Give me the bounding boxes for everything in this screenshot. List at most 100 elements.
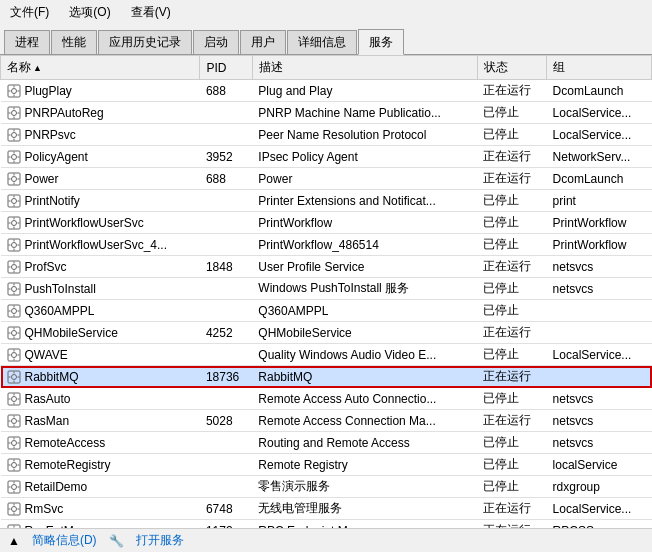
table-row[interactable]: Q360AMPPLQ360AMPPL已停止 [1, 300, 652, 322]
svg-point-1 [11, 88, 16, 93]
cell-desc: QHMobileService [252, 322, 477, 344]
service-name: Q360AMPPL [25, 304, 95, 318]
tab-startup[interactable]: 启动 [193, 30, 239, 54]
service-name: ProfSvc [25, 260, 67, 274]
cell-status: 已停止 [477, 432, 546, 454]
col-group[interactable]: 组 [547, 56, 652, 80]
task-manager-window: 文件(F) 选项(O) 查看(V) 进程 性能 应用历史记录 启动 用户 详细信… [0, 0, 652, 552]
table-row[interactable]: PlugPlay688Plug and Play正在运行DcomLaunch [1, 80, 652, 102]
table-row[interactable]: PNRPsvcPeer Name Resolution Protocol已停止L… [1, 124, 652, 146]
svg-point-25 [11, 176, 16, 181]
service-icon [7, 370, 21, 384]
cell-name: RabbitMQ [1, 366, 200, 388]
cell-status: 已停止 [477, 300, 546, 322]
cell-pid [200, 432, 252, 454]
service-name: PrintNotify [25, 194, 80, 208]
table-row[interactable]: QWAVEQuality Windows Audio Video E...已停止… [1, 344, 652, 366]
cell-group: netsvcs [547, 388, 652, 410]
table-row[interactable]: RemoteRegistryRemote Registry已停止localSer… [1, 454, 652, 476]
cell-desc: Windows PushToInstall 服务 [252, 278, 477, 300]
service-icon [7, 414, 21, 428]
cell-group [547, 322, 652, 344]
table-row[interactable]: RabbitMQ18736RabbitMQ正在运行 [1, 366, 652, 388]
cell-group: RPCSS [547, 520, 652, 529]
cell-desc: PrintWorkflow [252, 212, 477, 234]
svg-point-109 [11, 484, 16, 489]
cell-status: 正在运行 [477, 146, 546, 168]
cell-desc: RPC Endpoint Mapper [252, 520, 477, 529]
tab-users[interactable]: 用户 [240, 30, 286, 54]
table-row[interactable]: Power688Power正在运行DcomLaunch [1, 168, 652, 190]
separator: 🔧 [109, 534, 124, 548]
table-row[interactable]: PNRPAutoRegPNRP Machine Name Publicatio.… [1, 102, 652, 124]
menu-bar: 文件(F) 选项(O) 查看(V) [0, 0, 652, 25]
cell-group: LocalService... [547, 498, 652, 520]
col-pid[interactable]: PID [200, 56, 252, 80]
table-row[interactable]: RasAutoRemote Access Auto Connectio...已停… [1, 388, 652, 410]
table-row[interactable]: PrintWorkflowUserSvc_4...PrintWorkflow_4… [1, 234, 652, 256]
cell-name: RpcEptMapper [1, 520, 200, 529]
tab-services[interactable]: 服务 [358, 29, 404, 55]
cell-desc: IPsec Policy Agent [252, 146, 477, 168]
cell-pid: 5028 [200, 410, 252, 432]
cell-name: RemoteAccess [1, 432, 200, 454]
table-row[interactable]: RetailDemo零售演示服务已停止rdxgroup [1, 476, 652, 498]
table-row[interactable]: PrintWorkflowUserSvcPrintWorkflow已停止Prin… [1, 212, 652, 234]
cell-desc: Plug and Play [252, 80, 477, 102]
cell-name: RmSvc [1, 498, 200, 520]
table-row[interactable]: RmSvc6748无线电管理服务正在运行LocalService... [1, 498, 652, 520]
cell-name: RasAuto [1, 388, 200, 410]
cell-status: 已停止 [477, 124, 546, 146]
cell-pid [200, 190, 252, 212]
cell-status: 已停止 [477, 234, 546, 256]
cell-desc: Printer Extensions and Notificat... [252, 190, 477, 212]
cell-status: 已停止 [477, 102, 546, 124]
cell-name: PrintWorkflowUserSvc [1, 212, 200, 234]
col-status[interactable]: 状态 [477, 56, 546, 80]
menu-view[interactable]: 查看(V) [125, 2, 177, 23]
col-name[interactable]: 名称 ▲ [1, 56, 200, 80]
tab-details[interactable]: 详细信息 [287, 30, 357, 54]
table-row[interactable]: PushToInstallWindows PushToInstall 服务已停止… [1, 278, 652, 300]
cell-group: localService [547, 454, 652, 476]
table-row[interactable]: ProfSvc1848User Profile Service正在运行netsv… [1, 256, 652, 278]
cell-group: print [547, 190, 652, 212]
svg-point-49 [11, 264, 16, 269]
table-row[interactable]: PolicyAgent3952IPsec Policy Agent正在运行Net… [1, 146, 652, 168]
cell-group: LocalService... [547, 344, 652, 366]
cell-pid: 18736 [200, 366, 252, 388]
service-icon [7, 84, 21, 98]
cell-status: 正在运行 [477, 256, 546, 278]
col-desc[interactable]: 描述 [252, 56, 477, 80]
cell-pid: 688 [200, 168, 252, 190]
tab-process[interactable]: 进程 [4, 30, 50, 54]
cell-name: RetailDemo [1, 476, 200, 498]
cell-status: 正在运行 [477, 520, 546, 529]
cell-pid [200, 278, 252, 300]
table-row[interactable]: QHMobileService4252QHMobileService正在运行 [1, 322, 652, 344]
tab-app-history[interactable]: 应用历史记录 [98, 30, 192, 54]
cell-group: PrintWorkflow [547, 234, 652, 256]
services-table-container[interactable]: 名称 ▲ PID 描述 状态 组 PlugPlay688Plug and P [0, 55, 652, 528]
cell-pid [200, 234, 252, 256]
open-services-link[interactable]: 打开服务 [136, 532, 184, 549]
service-name: PNRPAutoReg [25, 106, 104, 120]
table-row[interactable]: RemoteAccessRouting and Remote Access已停止… [1, 432, 652, 454]
cell-pid [200, 300, 252, 322]
table-row[interactable]: PrintNotify Printer Extensions and Notifi… [1, 190, 652, 212]
cell-pid [200, 476, 252, 498]
brief-info-link[interactable]: 简略信息(D) [32, 532, 97, 549]
table-row[interactable]: RasMan5028Remote Access Connection Ma...… [1, 410, 652, 432]
cell-pid [200, 454, 252, 476]
menu-file[interactable]: 文件(F) [4, 2, 55, 23]
bottom-icon: ▲ [8, 534, 20, 548]
svg-point-85 [11, 396, 16, 401]
cell-pid: 4252 [200, 322, 252, 344]
cell-status: 正在运行 [477, 366, 546, 388]
menu-options[interactable]: 选项(O) [63, 2, 116, 23]
service-name: RemoteRegistry [25, 458, 111, 472]
tab-performance[interactable]: 性能 [51, 30, 97, 54]
table-row[interactable]: RpcEptMapper1172RPC Endpoint Mapper正在运行R… [1, 520, 652, 529]
service-name: RemoteAccess [25, 436, 106, 450]
service-name: PNRPsvc [25, 128, 76, 142]
